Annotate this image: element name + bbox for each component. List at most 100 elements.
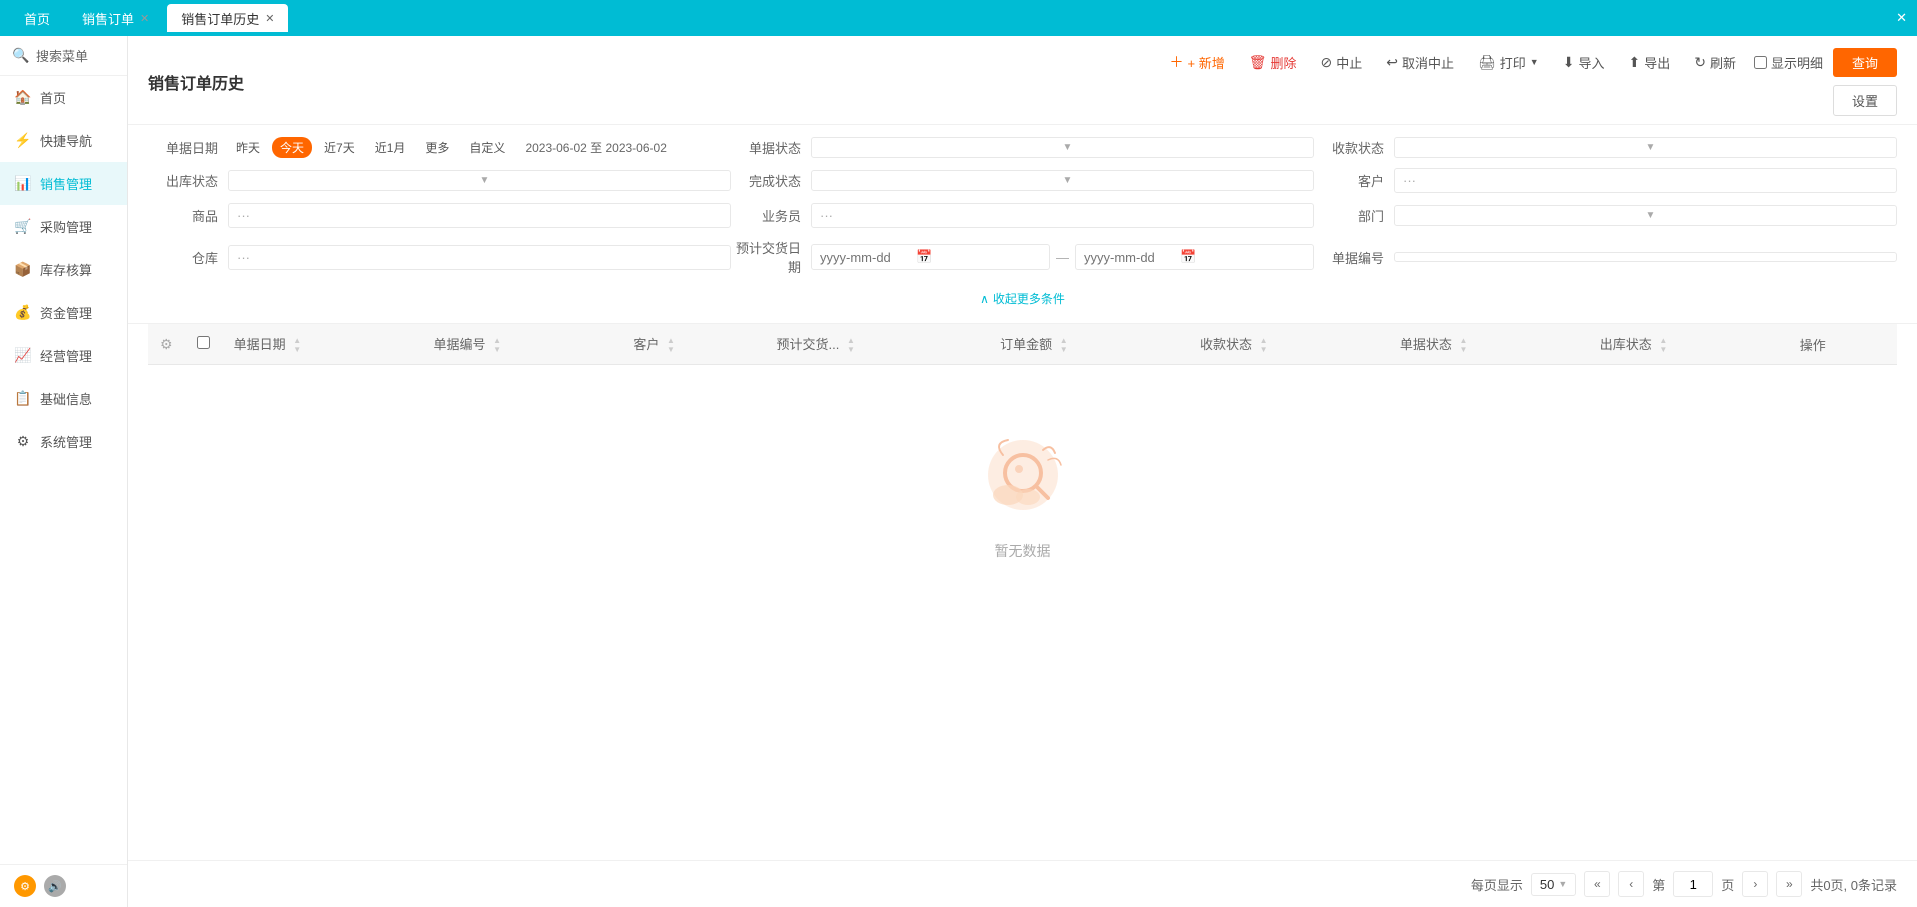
cancel-stop-icon: ↩ bbox=[1386, 54, 1398, 71]
col-expected-date-header[interactable]: 预计交货... ▲ ▼ bbox=[765, 324, 989, 365]
sidebar-settings-button[interactable]: ⚙ bbox=[14, 875, 36, 897]
prev-page-button[interactable]: ‹ bbox=[1618, 871, 1644, 897]
collapse-button[interactable]: ∧ 收起更多条件 bbox=[148, 286, 1897, 311]
calendar-from-icon[interactable]: 📅 bbox=[916, 249, 932, 265]
cancel-stop-button[interactable]: ↩ 取消中止 bbox=[1380, 49, 1460, 76]
expected-date-from-input[interactable] bbox=[820, 250, 910, 265]
date-btn-custom[interactable]: 自定义 bbox=[461, 137, 513, 158]
sidebar-item-finance[interactable]: 💰 资金管理 bbox=[0, 291, 127, 334]
out-status-select[interactable]: ▼ bbox=[228, 170, 731, 191]
warehouse-input[interactable]: ··· bbox=[228, 245, 731, 270]
bill-status-arrow: ▼ bbox=[1063, 142, 1306, 153]
product-input[interactable]: ··· bbox=[228, 203, 731, 228]
tab-sales-order[interactable]: 销售订单 ✕ bbox=[68, 4, 163, 32]
bill-status-select[interactable]: ▼ bbox=[811, 137, 1314, 158]
tab-home-label: 首页 bbox=[24, 9, 50, 28]
col-bill-no-header[interactable]: 单据编号 ▲ ▼ bbox=[421, 324, 621, 365]
import-button[interactable]: ⬇ 导入 bbox=[1557, 49, 1611, 76]
per-page-select[interactable]: 50 ▼ bbox=[1531, 873, 1576, 896]
date-btn-1month[interactable]: 近1月 bbox=[367, 137, 414, 158]
toolbar: ＋ + 新增 🗑 删除 ⊘ 中止 ↩ 取消中止 bbox=[1163, 48, 1823, 76]
expected-date-to-input[interactable] bbox=[1084, 250, 1174, 265]
sidebar-item-system[interactable]: ⚙ 系统管理 bbox=[0, 420, 127, 463]
topbar-close-icon[interactable]: ✕ bbox=[1896, 10, 1907, 26]
customer-input[interactable]: ··· bbox=[1394, 168, 1897, 193]
stop-button[interactable]: ⊘ 中止 bbox=[1315, 49, 1369, 76]
per-page-value: 50 bbox=[1540, 877, 1554, 892]
query-button[interactable]: 查询 bbox=[1833, 48, 1897, 77]
salesperson-input[interactable]: ··· bbox=[811, 203, 1314, 228]
print-button[interactable]: 🖨 打印 ▼ bbox=[1472, 49, 1545, 76]
sidebar-item-purchase[interactable]: 🛒 采购管理 bbox=[0, 205, 127, 248]
display-detail-label: 显示明细 bbox=[1771, 53, 1823, 72]
setting-button[interactable]: 设置 bbox=[1833, 85, 1897, 116]
bill-no-input[interactable] bbox=[1394, 252, 1897, 262]
expected-date-from[interactable]: 📅 bbox=[811, 244, 1050, 270]
col-expected-date-label: 预计交货... bbox=[777, 337, 840, 352]
next-page-button[interactable]: › bbox=[1742, 871, 1768, 897]
sort-up-customer: ▲ bbox=[667, 337, 675, 345]
collapse-label: 收起更多条件 bbox=[993, 290, 1065, 307]
sidebar-search[interactable]: 🔍 搜索菜单 bbox=[0, 36, 127, 76]
sidebar-bottom: ⚙ 🔊 bbox=[0, 864, 127, 907]
sort-down-expected-date: ▼ bbox=[847, 346, 855, 354]
col-amount-header[interactable]: 订单金额 ▲ ▼ bbox=[988, 324, 1188, 365]
sidebar-item-quick-nav[interactable]: ⚡ 快捷导航 bbox=[0, 119, 127, 162]
export-button[interactable]: ⬆ 导出 bbox=[1622, 49, 1676, 76]
sort-down-out-status: ▼ bbox=[1659, 346, 1667, 354]
display-detail-toggle[interactable]: 显示明细 bbox=[1754, 53, 1823, 72]
tab-sales-order-history-close[interactable]: ✕ bbox=[265, 12, 274, 25]
department-label: 部门 bbox=[1314, 206, 1394, 225]
sidebar-item-home-label: 首页 bbox=[40, 88, 66, 107]
date-btn-more[interactable]: 更多 bbox=[417, 137, 457, 158]
receipt-status-select[interactable]: ▼ bbox=[1394, 137, 1897, 158]
date-btn-7days[interactable]: 近7天 bbox=[316, 137, 363, 158]
table-settings-icon[interactable]: ⚙ bbox=[160, 336, 173, 352]
refresh-button[interactable]: ↻ 刷新 bbox=[1688, 49, 1742, 76]
sidebar-item-basic-info[interactable]: 📋 基础信息 bbox=[0, 377, 127, 420]
col-out-status-header[interactable]: 出库状态 ▲ ▼ bbox=[1588, 324, 1788, 365]
col-amount-label: 订单金额 bbox=[1000, 337, 1052, 352]
sidebar-item-inventory[interactable]: 📦 库存核算 bbox=[0, 248, 127, 291]
last-page-button[interactable]: » bbox=[1776, 871, 1802, 897]
sort-down-amount: ▼ bbox=[1060, 346, 1068, 354]
select-all-checkbox[interactable] bbox=[197, 336, 210, 349]
date-buttons: 昨天 今天 近7天 近1月 更多 自定义 bbox=[228, 137, 513, 158]
col-bill-status-header[interactable]: 单据状态 ▲ ▼ bbox=[1388, 324, 1588, 365]
sidebar-search-label: 搜索菜单 bbox=[36, 46, 88, 65]
date-btn-yesterday[interactable]: 昨天 bbox=[228, 137, 268, 158]
sort-up-out-status: ▲ bbox=[1659, 337, 1667, 345]
cancel-stop-label: 取消中止 bbox=[1402, 53, 1454, 72]
receipt-status-label: 收款状态 bbox=[1314, 138, 1394, 157]
col-customer-header[interactable]: 客户 ▲ ▼ bbox=[621, 324, 764, 365]
delete-button[interactable]: 🗑 删除 bbox=[1243, 49, 1303, 76]
date-btn-today[interactable]: 今天 bbox=[272, 137, 312, 158]
sidebar-item-sales[interactable]: 📊 销售管理 bbox=[0, 162, 127, 205]
page-input[interactable] bbox=[1673, 871, 1713, 897]
print-dropdown-icon[interactable]: ▼ bbox=[1530, 57, 1539, 67]
search-icon: 🔍 bbox=[12, 47, 30, 65]
sidebar: 🔍 搜索菜单 🏠 首页 ⚡ 快捷导航 📊 销售管理 🛒 采购管理 📦 库存核算 … bbox=[0, 36, 128, 907]
col-receipt-status-header[interactable]: 收款状态 ▲ ▼ bbox=[1188, 324, 1388, 365]
col-bill-status-label: 单据状态 bbox=[1400, 337, 1452, 352]
sidebar-item-finance-label: 资金管理 bbox=[40, 303, 92, 322]
tab-home[interactable]: 首页 bbox=[10, 4, 64, 32]
print-icon: 🖨 bbox=[1478, 54, 1496, 71]
bill-status-label: 单据状态 bbox=[731, 138, 811, 157]
sidebar-sound-button[interactable]: 🔊 bbox=[44, 875, 66, 897]
tab-sales-order-history[interactable]: 销售订单历史 ✕ bbox=[167, 4, 288, 32]
complete-status-select[interactable]: ▼ bbox=[811, 170, 1314, 191]
department-select[interactable]: ▼ bbox=[1394, 205, 1897, 226]
sort-up-bill-no: ▲ bbox=[493, 337, 501, 345]
new-button[interactable]: ＋ + 新增 bbox=[1163, 48, 1230, 76]
tab-sales-order-close[interactable]: ✕ bbox=[140, 12, 149, 25]
display-detail-checkbox[interactable] bbox=[1754, 56, 1767, 69]
per-page-arrow: ▼ bbox=[1558, 879, 1567, 889]
first-page-button[interactable]: « bbox=[1584, 871, 1610, 897]
tab-sales-order-label: 销售订单 bbox=[82, 9, 134, 28]
expected-date-to[interactable]: 📅 bbox=[1075, 244, 1314, 270]
sidebar-item-home[interactable]: 🏠 首页 bbox=[0, 76, 127, 119]
sidebar-item-operations[interactable]: 📈 经营管理 bbox=[0, 334, 127, 377]
calendar-to-icon[interactable]: 📅 bbox=[1180, 249, 1196, 265]
col-date-header[interactable]: 单据日期 ▲ ▼ bbox=[222, 324, 422, 365]
